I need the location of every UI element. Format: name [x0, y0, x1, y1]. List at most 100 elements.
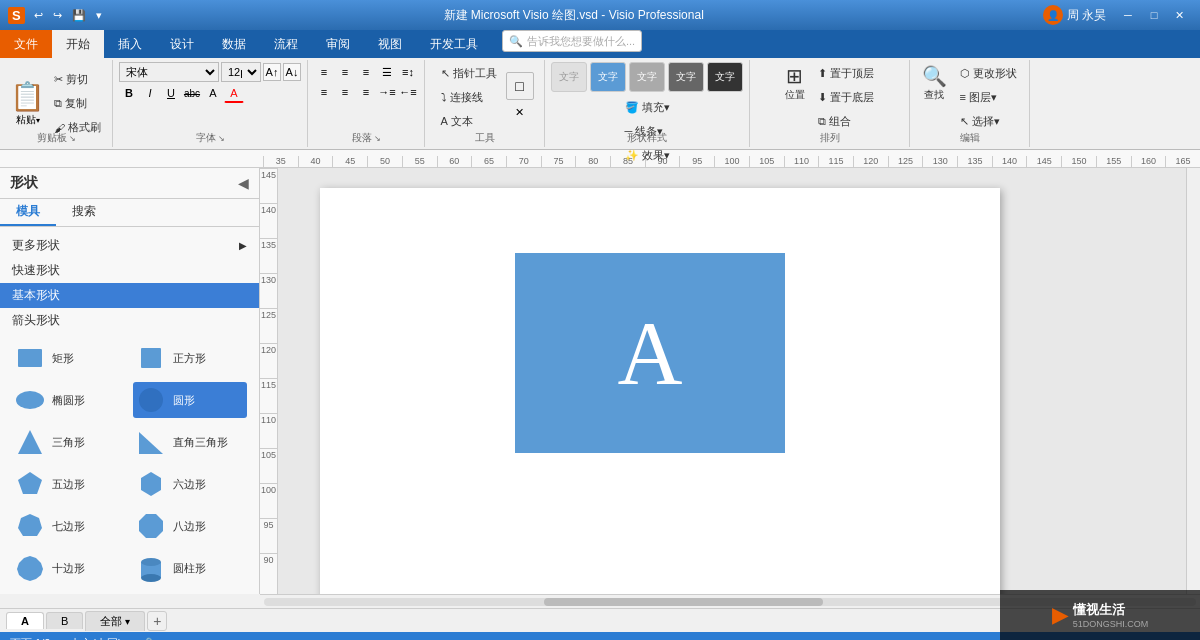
arrange-position: ⊞ 位置	[781, 62, 809, 132]
tab-data[interactable]: 数据	[208, 30, 260, 58]
change-shape-button[interactable]: ⬡ 更改形状	[955, 62, 1022, 84]
close-button[interactable]: ✕	[1168, 5, 1192, 25]
to-top-button[interactable]: ⬆ 置于顶层	[813, 62, 879, 84]
qat-redo[interactable]: ↪	[50, 8, 65, 23]
indent-increase-button[interactable]: →≡	[377, 82, 397, 102]
tab-developer[interactable]: 开发工具	[416, 30, 492, 58]
find-button[interactable]: 🔍 查找	[918, 62, 951, 104]
tab-insert[interactable]: 插入	[104, 30, 156, 58]
font-expand[interactable]: ↘	[218, 134, 225, 143]
font-increase-button[interactable]: A↑	[263, 63, 281, 81]
shape-cell-triangle[interactable]: 三角形	[12, 424, 127, 460]
clipboard-expand[interactable]: ↘	[69, 134, 76, 143]
tab-home[interactable]: 开始	[52, 30, 104, 58]
page-tab-a[interactable]: A	[6, 612, 44, 629]
shape-cell-pentagon[interactable]: 五边形	[12, 466, 127, 502]
shape-cell-heptagon[interactable]: 七边形	[12, 508, 127, 544]
search-hint: 告诉我您想要做什么...	[527, 34, 635, 49]
shape-cell-ellipse[interactable]: 椭圆形	[12, 382, 127, 418]
italic-button[interactable]: I	[140, 83, 160, 103]
circle-label: 圆形	[173, 393, 195, 408]
ruler-tick: 40	[298, 156, 333, 167]
svg-point-2	[16, 391, 44, 409]
canvas-page[interactable]: A	[320, 188, 1000, 594]
canvas-area[interactable]: 145 140 135 130 125 120 115 110 105 100 …	[260, 168, 1200, 594]
pointer-tool-button[interactable]: ↖ 指针工具	[436, 62, 502, 84]
align-right-button[interactable]: ≡	[356, 62, 376, 82]
tab-process[interactable]: 流程	[260, 30, 312, 58]
shape-cell-rect[interactable]: 矩形	[12, 340, 127, 376]
page-tab-all[interactable]: 全部 ▾	[85, 611, 145, 631]
tab-design[interactable]: 设计	[156, 30, 208, 58]
align-center-button[interactable]: ≡	[335, 62, 355, 82]
para-align-btn3[interactable]: ≡	[356, 82, 376, 102]
sidebar-item-more-shapes[interactable]: 更多形状 ▶	[0, 233, 259, 258]
para-more-button[interactable]: ≡↕	[398, 62, 418, 82]
right-triangle-svg	[137, 428, 165, 456]
shape-cell-circle[interactable]: 圆形	[133, 382, 248, 418]
sidebar-tab-tools[interactable]: 模具	[0, 199, 56, 226]
para-align-btn1[interactable]: ≡	[314, 82, 334, 102]
indent-decrease-button[interactable]: ←≡	[398, 82, 418, 102]
shape-cell-right-triangle[interactable]: 直角三角形	[133, 424, 248, 460]
sidebar-item-basic-shapes[interactable]: 基本形状	[0, 283, 259, 308]
svg-marker-8	[18, 514, 42, 536]
shape-cell-decagon[interactable]: 十边形	[12, 550, 127, 586]
maximize-button[interactable]: □	[1142, 5, 1166, 25]
shape-style-1[interactable]: 文字	[551, 62, 587, 92]
copy-button[interactable]: ⧉ 复制	[49, 93, 106, 115]
svg-rect-1	[141, 348, 161, 368]
to-bottom-button[interactable]: ⬇ 置于底层	[813, 86, 879, 108]
tab-file[interactable]: 文件	[0, 30, 52, 58]
shape-tool-button[interactable]: □	[506, 72, 534, 100]
shape-style-3[interactable]: 文字	[629, 62, 665, 92]
shape-style-label: 形状样式	[545, 129, 749, 145]
sidebar-item-arrow-shapes[interactable]: 箭头形状	[0, 308, 259, 332]
font-size-a-button[interactable]: A	[203, 83, 223, 103]
shape-icon-square	[135, 342, 167, 374]
font-size-select[interactable]: 12pt	[221, 62, 261, 82]
sidebar-collapse-button[interactable]: ◀	[238, 175, 249, 191]
arrange-label: 排列	[750, 129, 909, 145]
sidebar-item-quick-shapes[interactable]: 快速形状	[0, 258, 259, 283]
minimize-button[interactable]: ─	[1116, 5, 1140, 25]
position-button[interactable]: ⊞ 位置	[781, 62, 809, 104]
ribbon-search-bar[interactable]: 🔍 告诉我您想要做什么...	[502, 30, 642, 52]
tab-view[interactable]: 视图	[364, 30, 416, 58]
vertical-scrollbar[interactable]	[1186, 168, 1200, 594]
fill-button[interactable]: 🪣 填充▾	[620, 96, 675, 118]
qat-more[interactable]: ▾	[93, 8, 105, 23]
para-expand[interactable]: ↘	[374, 134, 381, 143]
shape-cell-hexagon[interactable]: 六边形	[133, 466, 248, 502]
cut-button[interactable]: ✂ 剪切	[49, 69, 106, 91]
shape-cell-square[interactable]: 正方形	[133, 340, 248, 376]
shape-icon-hexagon	[135, 468, 167, 500]
connector-tool-button[interactable]: ⤵ 连接线	[436, 86, 502, 108]
ruler-tick: 150	[1061, 156, 1096, 167]
underline-button[interactable]: U	[161, 83, 181, 103]
add-page-button[interactable]: +	[147, 611, 167, 631]
bold-button[interactable]: B	[119, 83, 139, 103]
align-left-button[interactable]: ≡	[314, 62, 334, 82]
tools-close-button[interactable]: ✕	[510, 102, 530, 122]
tab-review[interactable]: 审阅	[312, 30, 364, 58]
qat-save[interactable]: 💾	[69, 8, 89, 23]
canvas-shape[interactable]: A	[515, 253, 785, 453]
sidebar-tab-search[interactable]: 搜索	[56, 199, 112, 226]
font-decrease-button[interactable]: A↓	[283, 63, 301, 81]
para-align-btn2[interactable]: ≡	[335, 82, 355, 102]
shape-style-5[interactable]: 文字	[707, 62, 743, 92]
effect-button[interactable]: ✨ 效果▾	[620, 144, 675, 166]
shape-style-2[interactable]: 文字	[590, 62, 626, 92]
shape-cell-octagon[interactable]: 八边形	[133, 508, 248, 544]
bullets-button[interactable]: ☰	[377, 62, 397, 82]
layers-button[interactable]: ≡ 图层▾	[955, 86, 1022, 108]
shape-cell-cylinder[interactable]: 圆柱形	[133, 550, 248, 586]
arrange-row: ⊞ 位置 ⬆ 置于顶层 ⬇ 置于底层 ⧉ 组合	[781, 62, 879, 132]
strikethrough-button[interactable]: abc	[182, 83, 202, 103]
page-tab-b[interactable]: B	[46, 612, 83, 629]
font-color-button[interactable]: A	[224, 83, 244, 103]
qat-undo[interactable]: ↩	[31, 8, 46, 23]
font-family-select[interactable]: 宋体	[119, 62, 219, 82]
shape-style-4[interactable]: 文字	[668, 62, 704, 92]
